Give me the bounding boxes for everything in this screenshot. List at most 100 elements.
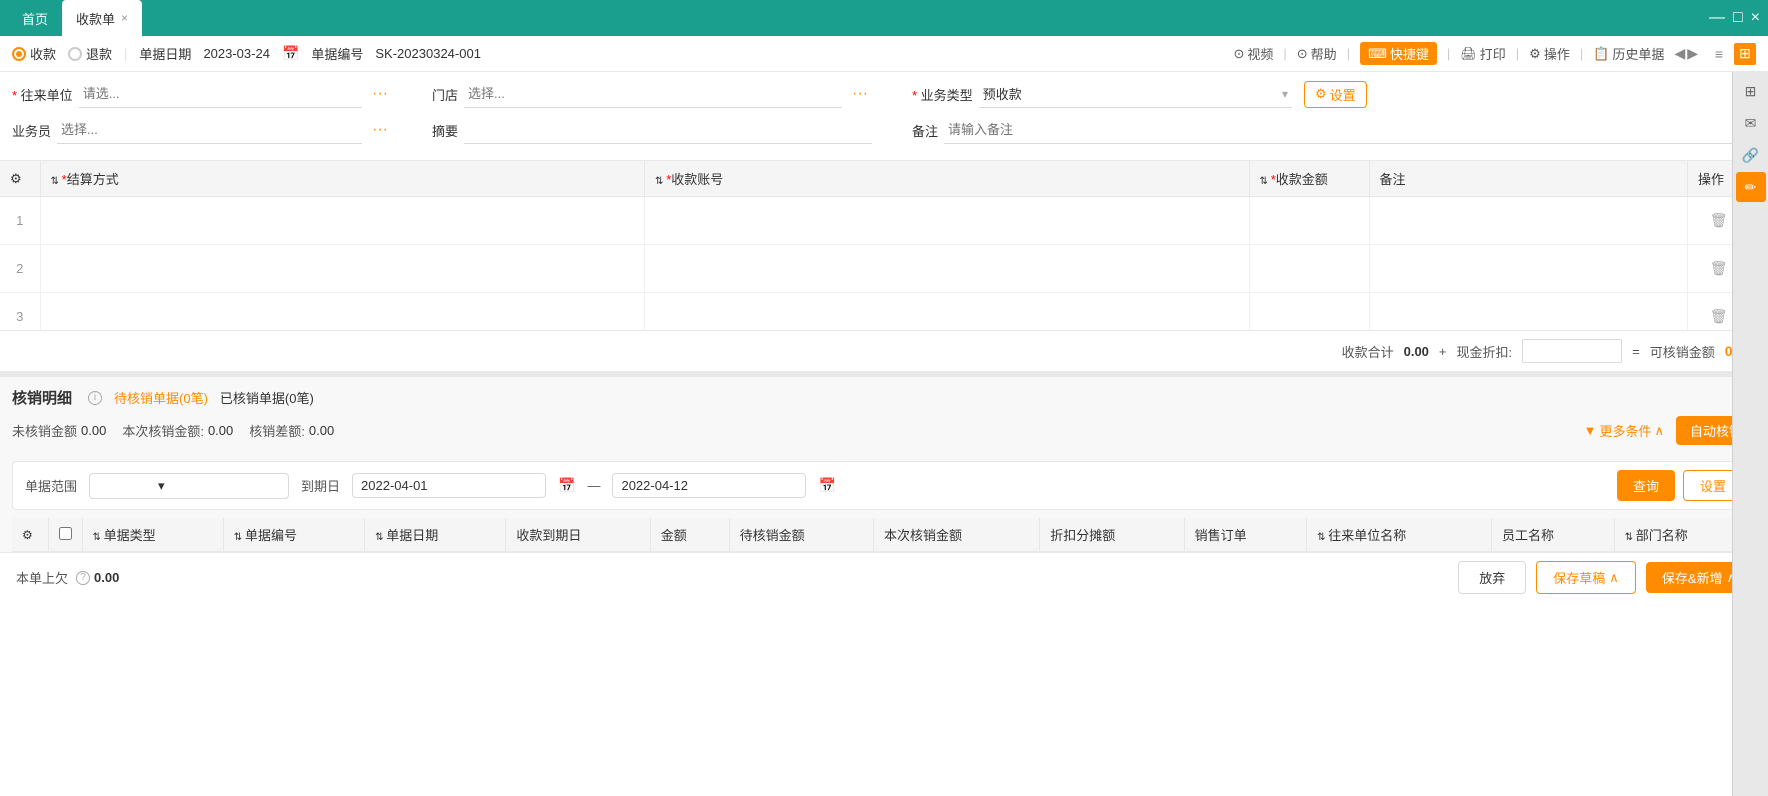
close-button[interactable]: × xyxy=(1751,9,1760,27)
operation-link[interactable]: ⚙ 操作 xyxy=(1529,44,1570,63)
delete-row-3[interactable]: 🗑 xyxy=(1710,308,1728,325)
counterpart-more-icon[interactable]: ··· xyxy=(368,85,392,103)
close-tab-icon[interactable]: × xyxy=(121,11,128,25)
amount-cell-2[interactable] xyxy=(1249,245,1369,293)
draft-button[interactable]: 保存草稿 ∧ xyxy=(1536,561,1636,594)
unclaimed-stat: 未核销金额 0.00 xyxy=(12,421,106,440)
prev-arrow[interactable]: ◀ xyxy=(1674,45,1685,62)
date-value: 2023-03-24 xyxy=(203,46,270,61)
right-sidebar: ⊞ ✉ 🔗 ✏ xyxy=(1732,72,1768,796)
delete-row-2[interactable]: 🗑 xyxy=(1710,260,1728,277)
sidebar-link-icon[interactable]: 🔗 xyxy=(1736,140,1766,170)
summary-field: 摘要 xyxy=(432,116,872,144)
writeoff-stats: 未核销金额 0.00 本次核销金额: 0.00 核销差额: 0.00 xyxy=(12,421,334,440)
amount-cell-3[interactable] xyxy=(1249,293,1369,331)
abandon-button[interactable]: 放弃 xyxy=(1458,561,1526,594)
form-row-1: 往来单位 ··· 门店 ··· 业务类型 预收款 ▾ ⚙ xyxy=(12,80,1756,108)
tab-receipt[interactable]: 收款单 × xyxy=(62,0,142,36)
settlement-cell-3[interactable] xyxy=(40,293,645,331)
remark-cell-1[interactable] xyxy=(1369,197,1687,245)
radio-receipt[interactable]: 收款 xyxy=(12,44,56,63)
settlement-cell-2[interactable] xyxy=(40,245,645,293)
account-cell-1[interactable] xyxy=(645,197,1250,245)
wt-col-number: ⇅ 单据编号 xyxy=(223,518,364,552)
unclaimed-value: 0.00 xyxy=(81,423,106,438)
date-to-calendar-icon[interactable]: 📅 xyxy=(818,477,835,494)
summary-input[interactable] xyxy=(464,116,872,144)
form-area: 往来单位 ··· 门店 ··· 业务类型 预收款 ▾ ⚙ xyxy=(0,72,1768,160)
store-input[interactable] xyxy=(464,80,842,108)
wt-col-partner: ⇅ 往来单位名称 xyxy=(1307,518,1492,552)
account-cell-2[interactable] xyxy=(645,245,1250,293)
balance-value: 0.00 xyxy=(94,570,119,585)
writeoff-header: 核销明细 i 待核销单据(0笔) 已核销单据(0笔) xyxy=(12,387,1756,408)
remark-cell-3[interactable] xyxy=(1369,293,1687,331)
amount-cell-1[interactable] xyxy=(1249,197,1369,245)
minimize-button[interactable]: — xyxy=(1709,9,1725,27)
table-row: 3 🗑 ⊕ xyxy=(0,293,1768,331)
store-more-icon[interactable]: ··· xyxy=(848,85,872,103)
shortcut-link[interactable]: ⌨ 快捷键 xyxy=(1360,42,1437,65)
wt-col-discount: 折扣分摊额 xyxy=(1040,518,1184,552)
radio-dot-receipt xyxy=(12,47,26,61)
list-view-icon[interactable]: ≡ xyxy=(1708,43,1730,65)
toolbar-right: ⊙ 视频 | ⊙ 帮助 | ⌨ 快捷键 | 🖨 打印 | ⚙ 操作 xyxy=(1233,42,1756,65)
range-select[interactable]: ▾ xyxy=(89,473,289,499)
delete-row-1[interactable]: 🗑 xyxy=(1710,212,1728,229)
pending-tab[interactable]: 待核销单据(0笔) xyxy=(114,388,208,407)
sidebar-edit-icon[interactable]: ✏ xyxy=(1736,172,1766,202)
wt-col-checkbox[interactable] xyxy=(48,518,82,552)
sidebar-mail-icon[interactable]: ✉ xyxy=(1736,108,1766,138)
balance-label: 本单上欠 xyxy=(16,568,68,587)
receipt-type-group: 收款 退款 xyxy=(12,44,112,63)
sidebar-table-icon[interactable]: ⊞ xyxy=(1736,76,1766,106)
settlement-cell-1[interactable] xyxy=(40,197,645,245)
print-link[interactable]: 🖨 打印 xyxy=(1460,44,1506,63)
discount-input[interactable] xyxy=(1522,339,1622,363)
range-label: 单据范围 xyxy=(25,476,77,495)
radio-refund[interactable]: 退款 xyxy=(68,44,112,63)
counterpart-input[interactable] xyxy=(79,80,362,108)
date-from-calendar-icon[interactable]: 📅 xyxy=(558,477,575,494)
radio-dot-refund xyxy=(68,47,82,61)
wt-col-settings[interactable]: ⚙ xyxy=(12,518,48,552)
help-link[interactable]: ⊙ 帮助 xyxy=(1297,44,1337,63)
business-type-label: 业务类型 xyxy=(912,85,973,104)
summary-label: 摘要 xyxy=(432,121,458,140)
equals-sign: = xyxy=(1632,344,1640,359)
business-type-select[interactable]: 预收款 ▾ xyxy=(979,80,1292,108)
more-conditions-link[interactable]: ▼ 更多条件 ∧ xyxy=(1584,421,1664,440)
account-cell-3[interactable] xyxy=(645,293,1250,331)
tab-home[interactable]: 首页 xyxy=(8,0,62,36)
salesperson-more-icon[interactable]: ··· xyxy=(368,121,392,139)
date-to-input[interactable] xyxy=(612,473,806,498)
done-tab[interactable]: 已核销单据(0笔) xyxy=(220,388,314,407)
video-link[interactable]: ⊙ 视频 xyxy=(1233,44,1273,63)
footer-actions: 放弃 保存草稿 ∧ 保存&新增 ∧ xyxy=(1458,561,1752,594)
next-arrow[interactable]: ▶ xyxy=(1687,45,1698,62)
remark-cell-2[interactable] xyxy=(1369,245,1687,293)
balance-info-icon[interactable]: ? xyxy=(76,571,90,585)
unclaimed-label: 未核销金额 xyxy=(12,421,77,440)
col-settings[interactable]: ⚙ xyxy=(0,161,40,197)
col-remark-header: 备注 xyxy=(1369,161,1687,197)
settings-button[interactable]: ⚙ 设置 xyxy=(1304,81,1367,108)
grid-view-icon[interactable]: ⊞ xyxy=(1734,43,1756,65)
history-link[interactable]: 📋 历史单据 xyxy=(1593,44,1664,63)
view-icons: ≡ ⊞ xyxy=(1708,43,1756,65)
date-from-input[interactable] xyxy=(352,473,546,498)
writeoff-info-icon[interactable]: i xyxy=(88,391,102,405)
query-button[interactable]: 查询 xyxy=(1617,470,1675,501)
maximize-button[interactable]: □ xyxy=(1733,9,1743,27)
wt-col-due-date: 收款到期日 xyxy=(506,518,650,552)
remark-input[interactable] xyxy=(944,116,1756,144)
salesperson-label: 业务员 xyxy=(12,121,51,140)
wt-col-amount: 金额 xyxy=(650,518,729,552)
current-stat: 本次核销金额: 0.00 xyxy=(122,421,233,440)
row-num-1: 1 xyxy=(0,197,40,245)
salesperson-input[interactable] xyxy=(57,116,362,144)
date-calendar-icon[interactable]: 📅 xyxy=(282,45,299,62)
total-label: 收款合计 xyxy=(1342,342,1394,361)
wt-col-pending: 待核销金额 xyxy=(729,518,873,552)
business-type-value: 预收款 xyxy=(983,84,1022,103)
